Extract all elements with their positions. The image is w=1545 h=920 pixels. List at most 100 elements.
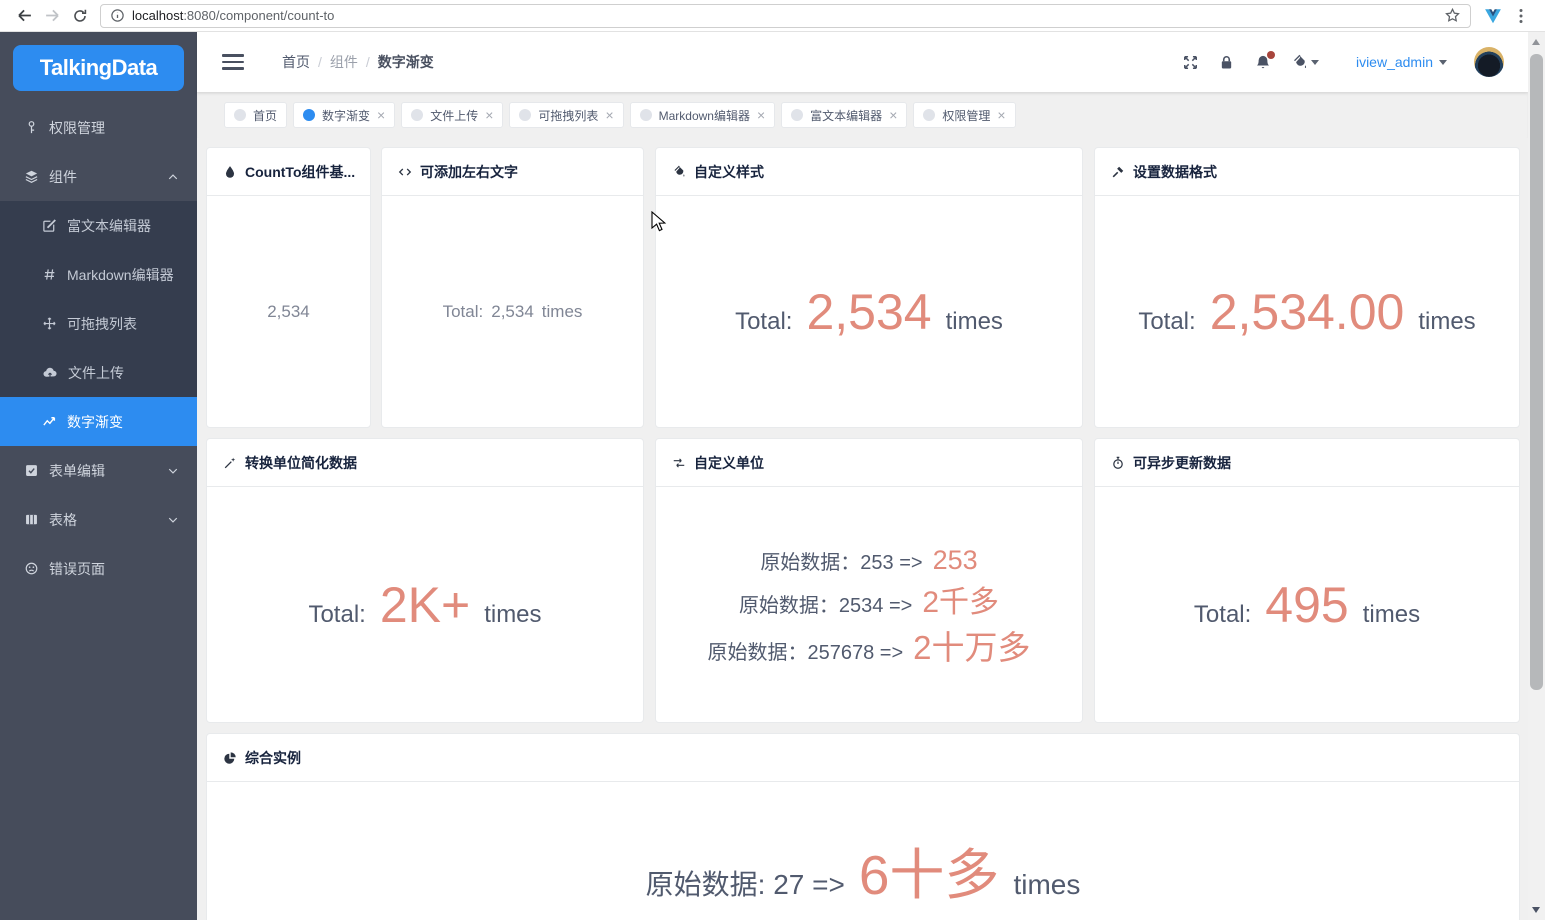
info-icon[interactable] xyxy=(110,8,125,23)
stopwatch-icon xyxy=(1111,456,1125,470)
layers-icon xyxy=(24,169,39,184)
hash-icon xyxy=(42,267,57,282)
count-value: 2十万多 xyxy=(913,628,1031,666)
close-icon[interactable]: × xyxy=(889,108,897,122)
sidebar-item-components[interactable]: 组件 xyxy=(0,152,197,201)
tag-dot xyxy=(639,109,652,121)
compose-icon xyxy=(42,218,57,233)
collapse-menu-button[interactable] xyxy=(222,50,244,74)
sidebar-item-rich-text-editor[interactable]: 富文本编辑器 xyxy=(0,201,197,250)
caret-down-icon xyxy=(1439,59,1447,65)
app-logo[interactable]: TalkingData xyxy=(13,45,184,91)
water-drop-icon xyxy=(223,165,237,179)
wand-icon xyxy=(223,456,237,470)
tag-dot xyxy=(519,109,532,121)
vue-devtools-icon[interactable] xyxy=(1479,3,1507,29)
tag-dot xyxy=(411,109,424,121)
avatar[interactable] xyxy=(1474,47,1504,77)
scroll-up-arrow[interactable] xyxy=(1532,39,1540,45)
address-bar[interactable]: localhost:8080/component/count-to xyxy=(100,3,1471,28)
checkbox-icon xyxy=(24,463,39,478)
notification-bell-icon[interactable] xyxy=(1254,50,1275,71)
sidebar-item-count-to[interactable]: 数字渐变 xyxy=(0,397,197,446)
close-icon[interactable]: × xyxy=(377,108,385,122)
tag-count-to[interactable]: 数字渐变 × xyxy=(293,102,396,128)
count-value: 2千多 xyxy=(922,585,1000,619)
opened-tags-bar: 首页 数字渐变 × 文件上传 × 可拖拽列表 × Markdown编辑器 × 富… xyxy=(197,92,1528,138)
browser-chrome: localhost:8080/component/count-to xyxy=(0,0,1545,32)
close-icon[interactable]: × xyxy=(757,108,765,122)
breadcrumb-home[interactable]: 首页 xyxy=(282,52,310,72)
app-header: 首页 / 组件 / 数字渐变 iview_admin xyxy=(197,32,1528,92)
browser-back-button[interactable] xyxy=(10,3,38,29)
move-icon xyxy=(42,316,57,331)
chevron-down-icon xyxy=(167,465,179,477)
pie-chart-icon xyxy=(223,751,237,765)
sidebar-item-form-editor[interactable]: 表单编辑 xyxy=(0,446,197,495)
card-async-update: 可异步更新数据 Total: 495 times xyxy=(1094,438,1520,723)
card-title: 可添加左右文字 xyxy=(420,163,518,180)
sidebar-item-permission[interactable]: 权限管理 xyxy=(0,103,197,152)
count-value: 2,534 xyxy=(806,284,932,340)
bookmark-star-icon[interactable] xyxy=(1444,7,1461,24)
sidebar-item-draggable-list[interactable]: 可拖拽列表 xyxy=(0,299,197,348)
table-icon xyxy=(24,512,39,527)
scroll-down-arrow[interactable] xyxy=(1532,907,1540,913)
tag-markdown-editor[interactable]: Markdown编辑器 × xyxy=(629,102,776,128)
sidebar-item-file-upload[interactable]: 文件上传 xyxy=(0,348,197,397)
card-countto-basic: CountTo组件基... 2,534 xyxy=(206,147,371,428)
card-title: 综合实例 xyxy=(245,749,301,766)
chevron-down-icon xyxy=(167,514,179,526)
close-icon[interactable]: × xyxy=(605,108,613,122)
sidebar-item-table[interactable]: 表格 xyxy=(0,495,197,544)
tag-dot xyxy=(791,109,804,121)
paint-bucket-icon xyxy=(672,165,686,179)
theme-switcher[interactable] xyxy=(1291,54,1319,71)
url-text: localhost:8080/component/count-to xyxy=(132,8,335,23)
close-icon[interactable]: × xyxy=(485,108,493,122)
card-title: 自定义单位 xyxy=(694,454,764,471)
count-value: 2K+ xyxy=(379,577,471,633)
sidebar-item-markdown-editor[interactable]: Markdown编辑器 xyxy=(0,250,197,299)
tag-permission[interactable]: 权限管理 × xyxy=(913,102,1016,128)
card-title: 可异步更新数据 xyxy=(1133,454,1231,471)
main-content: CountTo组件基... 2,534 可添加左右文字 Total: 2,534 t… xyxy=(197,138,1528,920)
tag-dot-active xyxy=(303,109,316,121)
count-value: 495 xyxy=(1265,577,1349,633)
card-left-right-text: 可添加左右文字 Total: 2,534 times xyxy=(381,147,644,428)
browser-menu-icon[interactable] xyxy=(1507,3,1535,29)
close-icon[interactable]: × xyxy=(997,108,1005,122)
browser-refresh-button[interactable] xyxy=(66,3,94,29)
user-menu[interactable]: iview_admin xyxy=(1356,54,1447,70)
hammer-icon xyxy=(1111,165,1125,179)
scrollbar-thumb[interactable] xyxy=(1530,54,1543,690)
tag-dot xyxy=(234,109,246,121)
card-custom-unit: 自定义单位 原始数据：253 => 253 原始数据：2534 => 2千多 原… xyxy=(655,438,1083,723)
tag-rich-text-editor[interactable]: 富文本编辑器 × xyxy=(781,102,908,128)
fullscreen-icon[interactable] xyxy=(1182,54,1199,71)
tag-dot xyxy=(923,109,936,121)
breadcrumb: 首页 / 组件 / 数字渐变 xyxy=(282,52,434,72)
unit-demo-line: 原始数据：253 => 253 xyxy=(760,544,978,575)
count-value: 2,534 xyxy=(491,302,534,321)
tag-home[interactable]: 首页 xyxy=(224,102,288,128)
card-title: CountTo组件基... xyxy=(245,163,356,180)
breadcrumb-current: 数字渐变 xyxy=(377,54,434,70)
sad-face-icon xyxy=(24,561,39,576)
unit-demo-line: 原始数据：2534 => 2千多 xyxy=(738,585,1000,619)
sidebar-item-error-pages[interactable]: 错误页面 xyxy=(0,544,197,593)
notification-badge xyxy=(1266,50,1275,59)
shuffle-icon xyxy=(672,456,686,470)
breadcrumb-components[interactable]: 组件 xyxy=(330,52,358,72)
tag-draggable-list[interactable]: 可拖拽列表 × xyxy=(509,102,624,128)
components-submenu: 富文本编辑器 Markdown编辑器 可拖拽列表 文件上传 数字渐变 xyxy=(0,201,197,446)
lock-icon[interactable] xyxy=(1218,54,1235,71)
page-scrollbar[interactable] xyxy=(1528,32,1545,920)
browser-forward-button[interactable] xyxy=(38,3,66,29)
cloud-upload-icon xyxy=(42,365,58,380)
tag-file-upload[interactable]: 文件上传 × xyxy=(401,102,504,128)
unit-demo-line: 原始数据：257678 => 2十万多 xyxy=(707,628,1031,666)
caret-down-icon xyxy=(1310,59,1319,65)
sidebar: TalkingData 权限管理 组件 富文本编辑器 Markdown编辑器 可… xyxy=(0,32,197,920)
chevron-up-icon xyxy=(167,171,179,183)
